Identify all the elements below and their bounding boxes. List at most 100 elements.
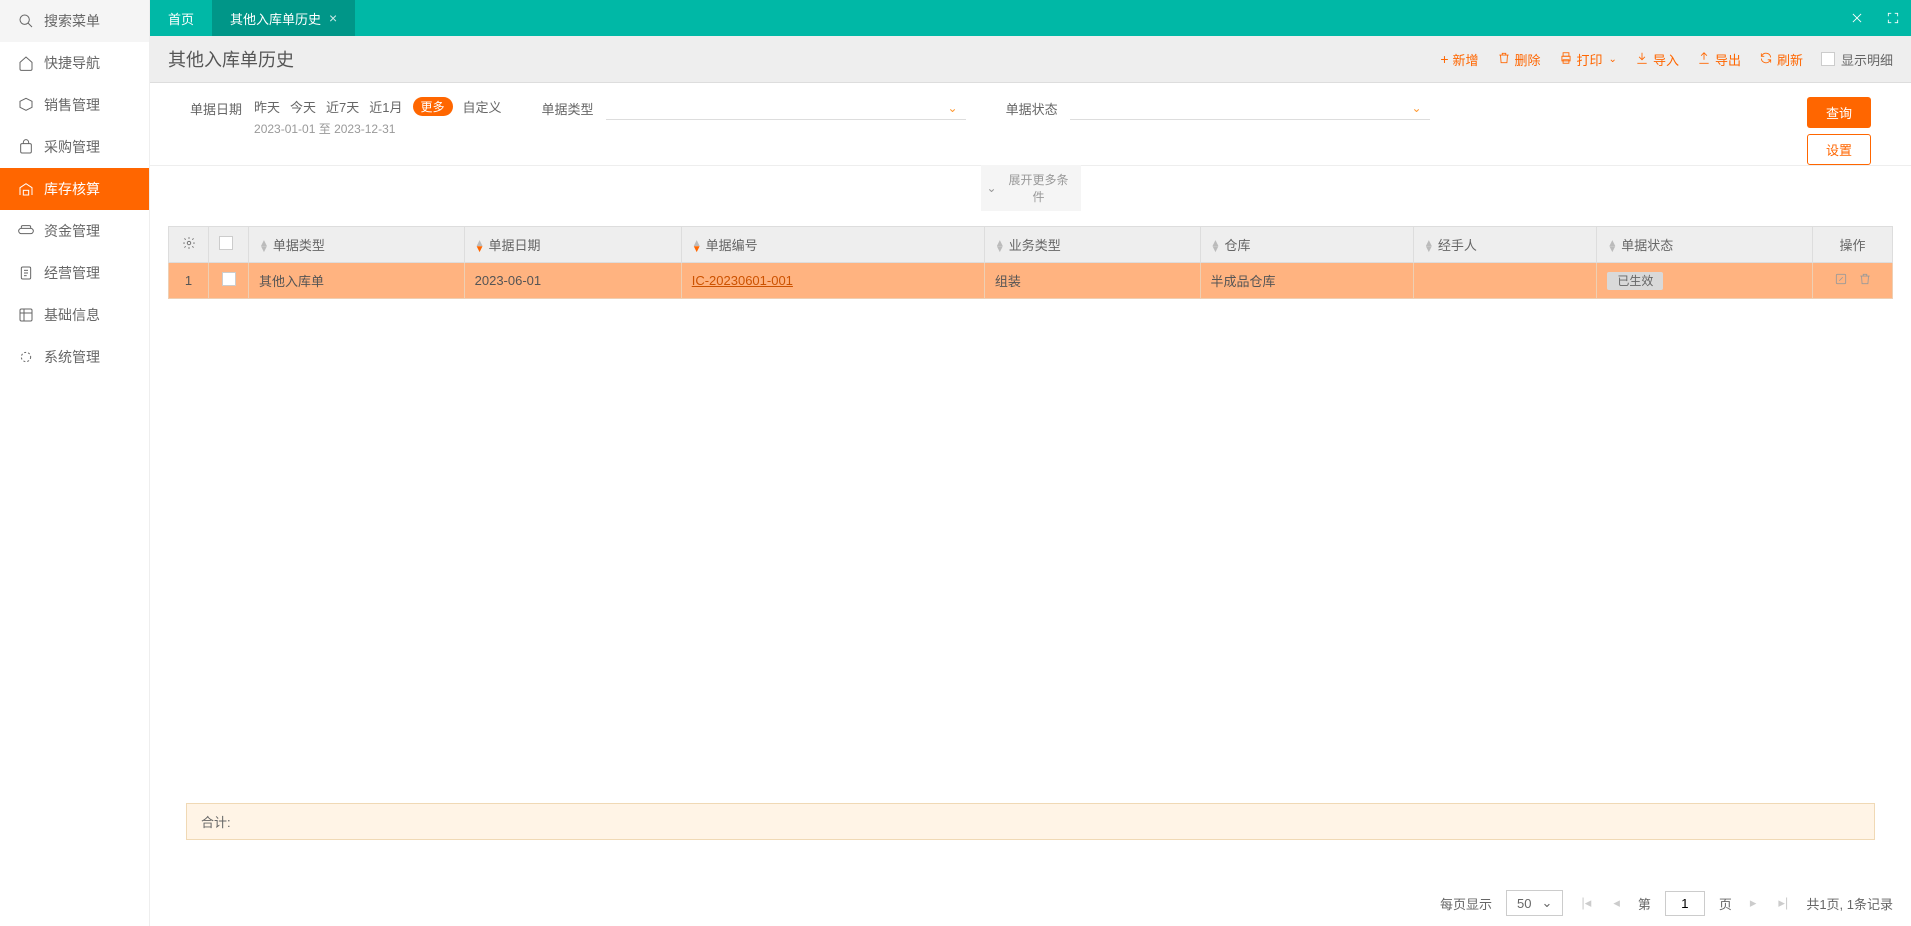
cell-doc-status: 已生效	[1597, 263, 1813, 299]
date-opt-more[interactable]: 更多	[413, 97, 453, 116]
tab-home[interactable]: 首页	[150, 0, 212, 36]
print-button[interactable]: 打印 ⌄	[1559, 50, 1617, 69]
row-index: 1	[169, 263, 209, 299]
refresh-button[interactable]: 刷新	[1759, 50, 1803, 69]
tabbar-close-button[interactable]	[1839, 0, 1875, 36]
action-label: 打印	[1577, 50, 1603, 69]
sidebar-item-search[interactable]: 搜索菜单	[0, 0, 149, 42]
date-range-text: 2023-01-01 至 2023-12-31	[254, 120, 502, 137]
date-opt-last1m[interactable]: 近1月	[369, 97, 402, 116]
table-row[interactable]: 1 其他入库单 2023-06-01 IC-20230601-001 组装 半成…	[169, 263, 1893, 299]
tab-label: 首页	[168, 9, 194, 28]
next-page-button[interactable]: ▸	[1746, 895, 1761, 911]
expand-conditions-button[interactable]: ⌄ 展开更多条件	[981, 165, 1081, 211]
column-handler[interactable]: ▲▼经手人	[1413, 227, 1596, 263]
last-page-button[interactable]: ▸|	[1774, 895, 1792, 911]
sidebar-item-label: 经营管理	[44, 263, 100, 283]
plus-icon: +	[1440, 51, 1448, 67]
money-icon	[18, 223, 34, 239]
import-button[interactable]: 导入	[1635, 50, 1679, 69]
sidebar-item-quicknav[interactable]: 快捷导航	[0, 42, 149, 84]
cell-actions	[1813, 263, 1893, 299]
column-doc-status[interactable]: ▲▼单据状态	[1597, 227, 1813, 263]
total-text: 共1页, 1条记录	[1806, 894, 1893, 913]
action-label: 刷新	[1777, 50, 1803, 69]
tag-icon	[18, 97, 34, 113]
chevron-down-icon: ⌄	[1609, 54, 1617, 65]
expand-label: 展开更多条件	[1003, 171, 1075, 205]
show-detail-toggle[interactable]: 显示明细	[1821, 50, 1893, 69]
date-opt-last7[interactable]: 近7天	[326, 97, 359, 116]
export-button[interactable]: 导出	[1697, 50, 1741, 69]
pagination: 每页显示 50 ⌄ |◂ ◂ 第 页 ▸ ▸| 共1页, 1条记录	[150, 880, 1911, 926]
action-label: 导入	[1653, 50, 1679, 69]
date-opt-custom[interactable]: 自定义	[463, 97, 502, 116]
filter-date: 单据日期 昨天 今天 近7天 近1月 更多 自定义 2023-01-01 至 2…	[190, 97, 502, 137]
delete-row-icon[interactable]	[1858, 272, 1872, 289]
page-title: 其他入库单历史	[168, 46, 294, 72]
column-doc-number[interactable]: ▲▼单据编号	[681, 227, 984, 263]
doc-status-select[interactable]: ⌄	[1070, 97, 1430, 120]
page-size-label: 每页显示	[1440, 894, 1492, 913]
doc-number-link[interactable]: IC-20230601-001	[692, 273, 793, 288]
clipboard-icon	[18, 265, 34, 281]
column-doc-type[interactable]: ▲▼单据类型	[249, 227, 465, 263]
sidebar-item-label: 基础信息	[44, 305, 100, 325]
sidebar-item-business[interactable]: 经营管理	[0, 252, 149, 294]
export-icon	[1697, 51, 1711, 68]
view-icon[interactable]	[1834, 272, 1848, 289]
data-table: ▲▼单据类型 ▲▼单据日期 ▲▼单据编号 ▲▼业务类型 ▲▼仓库 ▲▼经手人 ▲…	[168, 226, 1893, 299]
home-icon	[18, 55, 34, 71]
summary-label: 合计:	[201, 815, 231, 830]
sidebar-item-label: 销售管理	[44, 95, 100, 115]
sidebar-item-label: 库存核算	[44, 179, 100, 199]
chevron-down-icon: ⌄	[948, 101, 958, 115]
sidebar-item-basic[interactable]: 基础信息	[0, 294, 149, 336]
grid-icon	[18, 307, 34, 323]
import-icon	[1635, 51, 1649, 68]
prev-page-button[interactable]: ◂	[1609, 895, 1624, 911]
status-badge: 已生效	[1607, 272, 1663, 290]
add-button[interactable]: +新增	[1440, 50, 1478, 69]
delete-button[interactable]: 删除	[1497, 50, 1541, 69]
action-label: 删除	[1515, 50, 1541, 69]
chevron-down-icon: ⌄	[1542, 895, 1553, 911]
column-biz-type[interactable]: ▲▼业务类型	[984, 227, 1200, 263]
column-actions: 操作	[1813, 227, 1893, 263]
settings-button[interactable]: 设置	[1807, 134, 1871, 165]
action-label: 导出	[1715, 50, 1741, 69]
sidebar-item-label: 系统管理	[44, 347, 100, 367]
tab-other-inbound-history[interactable]: 其他入库单历史 ×	[212, 0, 355, 36]
cell-doc-type: 其他入库单	[249, 263, 465, 299]
row-checkbox-cell[interactable]	[209, 263, 249, 299]
column-checkbox[interactable]	[209, 227, 249, 263]
sidebar-item-system[interactable]: 系统管理	[0, 336, 149, 378]
sidebar-item-purchase[interactable]: 采购管理	[0, 126, 149, 168]
sidebar-item-finance[interactable]: 资金管理	[0, 210, 149, 252]
column-warehouse[interactable]: ▲▼仓库	[1200, 227, 1413, 263]
fullscreen-button[interactable]	[1875, 0, 1911, 36]
date-opt-yesterday[interactable]: 昨天	[254, 97, 280, 116]
sidebar-item-sales[interactable]: 销售管理	[0, 84, 149, 126]
page-size-select[interactable]: 50 ⌄	[1506, 890, 1563, 916]
sidebar-item-inventory[interactable]: 库存核算	[0, 168, 149, 210]
date-opt-today[interactable]: 今天	[290, 97, 316, 116]
sidebar-item-label: 快捷导航	[44, 53, 100, 73]
checkbox-icon	[1821, 52, 1835, 66]
warehouse-icon	[18, 181, 34, 197]
column-settings[interactable]	[169, 227, 209, 263]
chevron-down-icon: ⌄	[987, 181, 997, 195]
tabbar: 首页 其他入库单历史 ×	[150, 0, 1911, 36]
doc-type-select[interactable]: ⌄	[606, 97, 966, 120]
query-button[interactable]: 查询	[1807, 97, 1871, 128]
sidebar-item-label: 搜索菜单	[44, 11, 100, 31]
cell-handler	[1413, 263, 1596, 299]
close-icon[interactable]: ×	[329, 10, 337, 26]
column-doc-date[interactable]: ▲▼单据日期	[464, 227, 681, 263]
first-page-button[interactable]: |◂	[1577, 895, 1595, 911]
sidebar: 搜索菜单 快捷导航 销售管理 采购管理 库存核算 资金管理 经营管理 基础信息	[0, 0, 150, 926]
cell-doc-number: IC-20230601-001	[681, 263, 984, 299]
refresh-icon	[1759, 51, 1773, 68]
page-suffix: 页	[1719, 894, 1732, 913]
page-input[interactable]	[1665, 891, 1705, 916]
